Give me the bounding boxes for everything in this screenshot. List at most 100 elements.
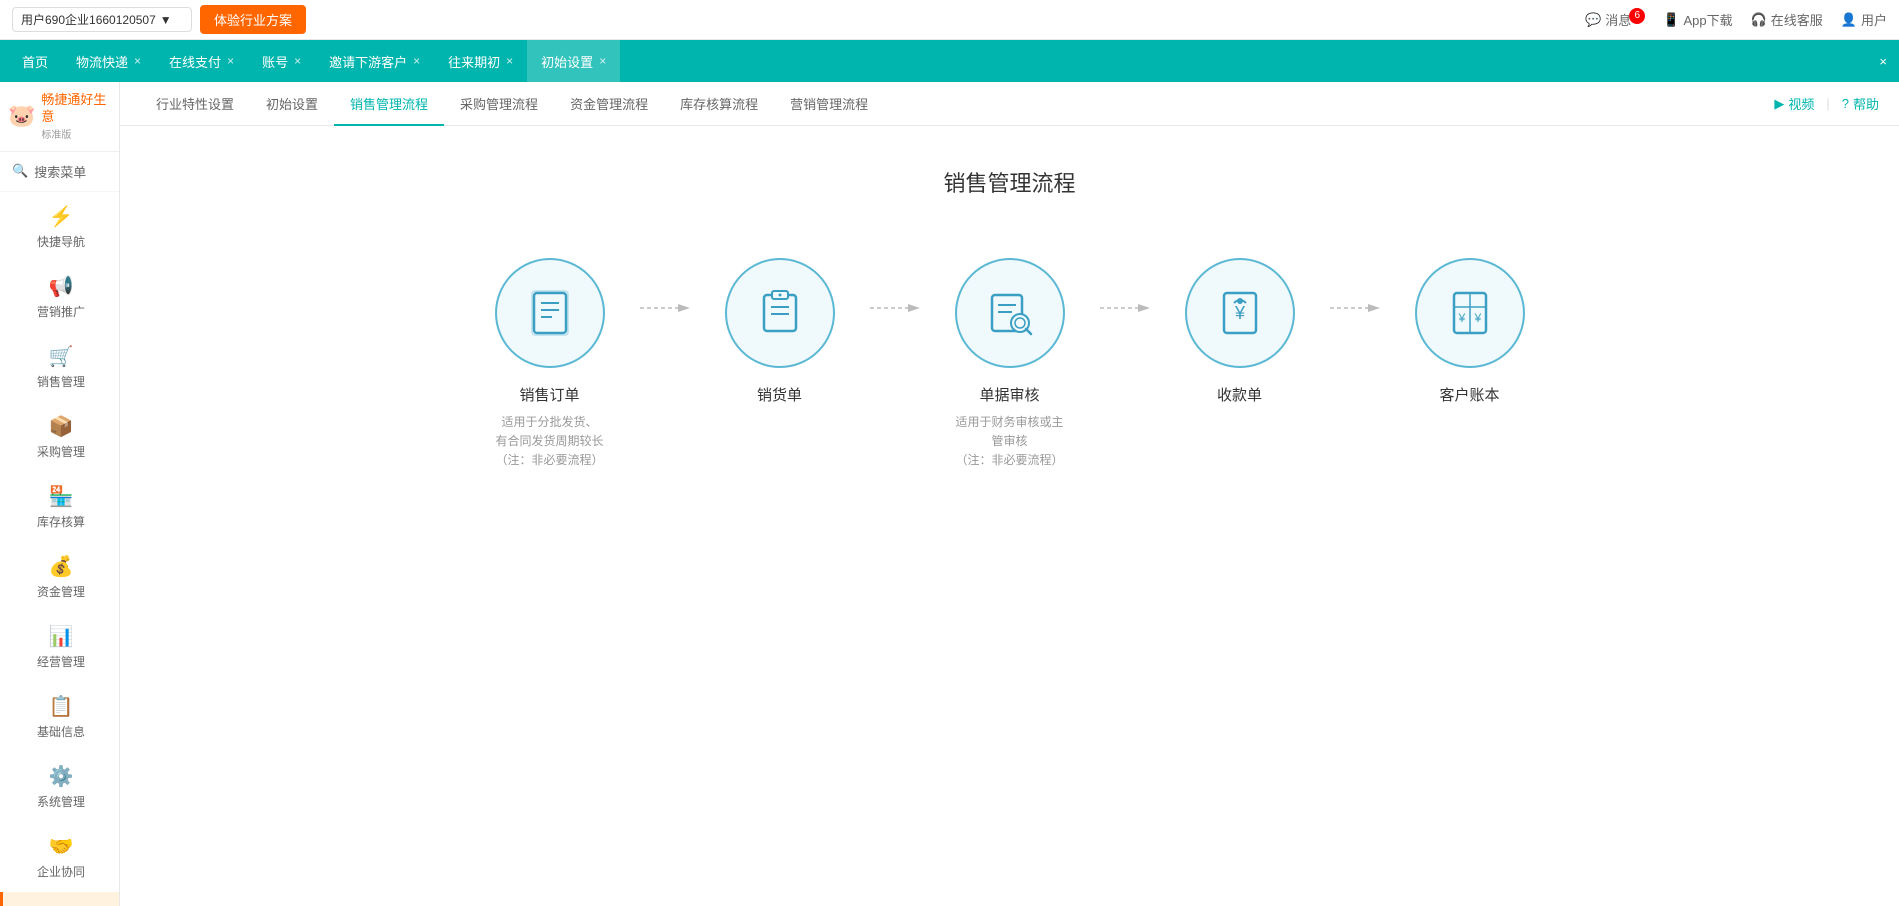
sidebar-item-operations[interactable]: 📊 经营管理 <box>0 612 119 682</box>
nav-tab-logistics-close[interactable]: × <box>134 54 141 68</box>
subtab-marketing-flow-label: 营销管理流程 <box>790 94 868 113</box>
video-link[interactable]: ▶ 视频 <box>1774 94 1814 113</box>
nav-tab-account[interactable]: 账号 × <box>248 40 315 82</box>
purchase-icon: 📦 <box>49 414 74 439</box>
app-download-label: App下载 <box>1683 10 1732 29</box>
subtab-sales-flow[interactable]: 销售管理流程 <box>334 82 444 126</box>
user-avatar[interactable]: 👤 用户 <box>1841 10 1887 29</box>
subtab-industry[interactable]: 行业特性设置 <box>140 82 250 126</box>
flow-label-sales-order: 销售订单 <box>519 384 579 405</box>
nav-tab-initial-close[interactable]: × <box>506 54 513 68</box>
ledger-icon: ¥ ¥ <box>1444 287 1496 339</box>
top-bar-left: 用户690企业1660120507 ▼ 体验行业方案 <box>12 5 306 34</box>
nav-tab-payment[interactable]: 在线支付 × <box>155 40 248 82</box>
flow-circle-ledger[interactable]: ¥ ¥ <box>1415 258 1525 368</box>
receipt-icon: ¥ <box>1214 287 1266 339</box>
flow-circle-delivery[interactable] <box>725 258 835 368</box>
layout: 🐷 畅捷通好生意 标准版 🔍 搜索菜单 ⚡ 快捷导航 📢 营销推广 🛒 销售管理… <box>0 82 1899 906</box>
sidebar-item-basic-info[interactable]: 📋 基础信息 <box>0 682 119 752</box>
nav-tab-logistics[interactable]: 物流快递 × <box>62 40 155 82</box>
online-service-label: 在线客服 <box>1771 10 1823 29</box>
nav-tab-setup-close[interactable]: × <box>599 54 606 68</box>
nav-tab-payment-close[interactable]: × <box>227 54 234 68</box>
trial-button[interactable]: 体验行业方案 <box>200 5 306 34</box>
avatar-icon: 👤 <box>1841 12 1857 28</box>
nav-tab-invite-close[interactable]: × <box>413 54 420 68</box>
nav-tab-invite-label: 邀请下游客户 <box>329 52 407 71</box>
sidebar-item-sales[interactable]: 🛒 销售管理 <box>0 332 119 402</box>
sidebar-item-marketing[interactable]: 📢 营销推广 <box>0 262 119 332</box>
nav-tab-setup[interactable]: 初始设置 × <box>527 40 620 82</box>
sidebar-marketing-label: 营销推广 <box>37 303 85 320</box>
headset-icon: 🎧 <box>1751 12 1767 28</box>
flow-label-receipt: 收款单 <box>1217 384 1262 405</box>
app-icon: 📱 <box>1663 12 1679 28</box>
app-download-link[interactable]: 📱 App下载 <box>1663 10 1732 29</box>
flow-circle-review[interactable] <box>955 258 1065 368</box>
flow-label-delivery: 销货单 <box>757 384 802 405</box>
subtab-initial-setup[interactable]: 初始设置 <box>250 82 334 126</box>
nav-home[interactable]: 首页 <box>8 40 62 82</box>
flow-arrow-1 <box>640 258 690 318</box>
nav-tab-invite[interactable]: 邀请下游客户 × <box>315 40 434 82</box>
nav-tabs: 首页 物流快递 × 在线支付 × 账号 × 邀请下游客户 × 往来期初 × 初始… <box>0 40 1899 82</box>
sidebar-item-quicknav[interactable]: ⚡ 快捷导航 <box>0 192 119 262</box>
sidebar-item-inventory[interactable]: 🏪 库存核算 <box>0 472 119 542</box>
messages-link[interactable]: 💬 消息 6 <box>1585 10 1645 29</box>
sidebar-system-label: 系统管理 <box>37 793 85 810</box>
arrow-icon-3 <box>1100 298 1150 318</box>
arrow-icon-1 <box>640 298 690 318</box>
cooperation-icon: 🤝 <box>49 834 74 859</box>
flow-diagram: 销售订单 适用于分批发货、有合同发货周期较长（注：非必要流程） <box>180 258 1839 471</box>
arrow-icon-2 <box>870 298 920 318</box>
logo-edition: 标准版 <box>41 126 111 141</box>
sidebar-item-guide[interactable]: 🎓 新手引导 <box>0 892 119 906</box>
messages-badge: 6 <box>1629 8 1645 24</box>
flow-item-delivery: 销货单 <box>690 258 870 413</box>
flow-item-sales-order: 销售订单 适用于分批发货、有合同发货周期较长（注：非必要流程） <box>460 258 640 471</box>
nav-close-all[interactable]: × <box>1867 54 1899 69</box>
sidebar-basic-info-label: 基础信息 <box>37 723 85 740</box>
top-bar-right: 💬 消息 6 📱 App下载 🎧 在线客服 👤 用户 <box>1585 10 1887 29</box>
subtab-purchase-flow[interactable]: 采购管理流程 <box>444 82 554 126</box>
sidebar-item-purchase[interactable]: 📦 采购管理 <box>0 402 119 472</box>
subtab-initial-setup-label: 初始设置 <box>266 94 318 113</box>
sidebar-item-cooperation[interactable]: 🤝 企业协同 <box>0 822 119 892</box>
system-icon: ⚙️ <box>49 764 74 789</box>
user-selector[interactable]: 用户690企业1660120507 ▼ <box>12 7 192 32</box>
nav-tab-setup-label: 初始设置 <box>541 52 593 71</box>
flow-circle-receipt[interactable]: ¥ <box>1185 258 1295 368</box>
user-selector-text: 用户690企业1660120507 <box>21 11 156 28</box>
sidebar-item-system[interactable]: ⚙️ 系统管理 <box>0 752 119 822</box>
nav-tab-initial[interactable]: 往来期初 × <box>434 40 527 82</box>
subtab-inventory-flow[interactable]: 库存核算流程 <box>664 82 774 126</box>
marketing-icon: 📢 <box>49 274 74 299</box>
flow-item-ledger: ¥ ¥ 客户账本 <box>1380 258 1560 413</box>
sidebar-item-search[interactable]: 🔍 搜索菜单 <box>0 152 119 192</box>
finance-icon: 💰 <box>49 554 74 579</box>
sales-order-icon <box>524 287 576 339</box>
help-icon: ? <box>1842 96 1849 111</box>
chevron-down-icon: ▼ <box>160 13 172 27</box>
subtab-purchase-flow-label: 采购管理流程 <box>460 94 538 113</box>
help-link[interactable]: ? 帮助 <box>1842 94 1879 113</box>
subtab-marketing-flow[interactable]: 营销管理流程 <box>774 82 884 126</box>
flow-desc-sales-order: 适用于分批发货、有合同发货周期较长（注：非必要流程） <box>495 413 603 471</box>
nav-tab-logistics-label: 物流快递 <box>76 52 128 71</box>
logo-area: 🐷 畅捷通好生意 标准版 <box>0 82 119 152</box>
help-label: 帮助 <box>1853 94 1879 113</box>
sub-tabs-actions: ▶ 视频 | ? 帮助 <box>1774 94 1879 113</box>
message-icon: 💬 <box>1585 12 1601 28</box>
flow-arrow-2 <box>870 258 920 318</box>
sub-tabs: 行业特性设置 初始设置 销售管理流程 采购管理流程 资金管理流程 库存核算流程 … <box>120 82 1899 126</box>
subtab-finance-flow[interactable]: 资金管理流程 <box>554 82 664 126</box>
flow-label-review: 单据审核 <box>979 384 1039 405</box>
subtab-inventory-flow-label: 库存核算流程 <box>680 94 758 113</box>
sidebar-purchase-label: 采购管理 <box>37 443 85 460</box>
sidebar-item-finance[interactable]: 💰 资金管理 <box>0 542 119 612</box>
online-service-link[interactable]: 🎧 在线客服 <box>1751 10 1823 29</box>
nav-tab-account-close[interactable]: × <box>294 54 301 68</box>
flow-item-receipt: ¥ 收款单 <box>1150 258 1330 413</box>
messages-label: 消息 <box>1605 10 1631 29</box>
flow-circle-sales-order[interactable] <box>495 258 605 368</box>
